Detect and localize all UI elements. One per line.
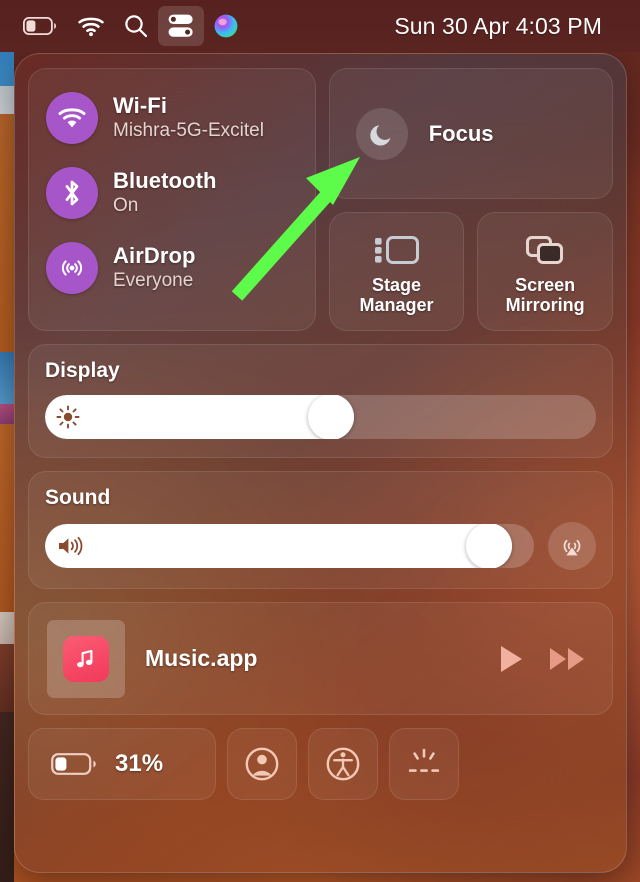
battery-icon: [51, 753, 96, 775]
sound-module: Sound: [28, 471, 613, 589]
menubar-battery-icon[interactable]: [14, 6, 68, 46]
accessibility-shortcuts-button[interactable]: [308, 728, 378, 800]
desktop-wallpaper-edge: [0, 52, 14, 882]
display-slider-knob[interactable]: [307, 395, 354, 439]
screen-mirroring-icon: [526, 235, 564, 264]
airdrop-visibility: Everyone: [113, 269, 194, 291]
sound-airplay-button[interactable]: [548, 522, 596, 570]
display-module: Display: [28, 344, 613, 458]
keyboard-brightness-button[interactable]: [389, 728, 459, 800]
menubar-siri-icon[interactable]: [204, 6, 248, 46]
album-artwork: [47, 619, 125, 698]
sound-slider-fill: [45, 524, 512, 568]
bluetooth-row[interactable]: Bluetooth On: [46, 162, 315, 224]
fast-user-switching-button[interactable]: [227, 728, 297, 800]
wifi-text: Wi-Fi Mishra-5G-Excitel: [113, 93, 264, 142]
screen-mirroring-button[interactable]: Screen Mirroring: [477, 212, 613, 331]
keyboard-brightness-icon: [408, 748, 440, 772]
speaker-icon: [59, 536, 83, 556]
control-center-panel: Wi-Fi Mishra-5G-Excitel Bluetooth On Air…: [14, 53, 627, 873]
sound-volume-slider[interactable]: [45, 524, 534, 568]
sound-heading: Sound: [45, 486, 111, 509]
accessibility-icon: [326, 747, 360, 781]
sound-slider-row: [45, 522, 596, 570]
menubar-control-center-icon[interactable]: [158, 6, 204, 46]
airdrop-text: AirDrop Everyone: [113, 243, 196, 292]
bluetooth-text: Bluetooth On: [113, 168, 217, 217]
control-center-bottom-row: 31%: [28, 728, 613, 800]
play-icon[interactable]: [496, 643, 526, 675]
display-slider-row: [45, 395, 596, 439]
menubar-wifi-icon[interactable]: [68, 6, 114, 46]
wifi-row[interactable]: Wi-Fi Mishra-5G-Excitel: [46, 87, 315, 149]
control-center-top-row: Wi-Fi Mishra-5G-Excitel Bluetooth On Air…: [28, 68, 613, 331]
battery-module[interactable]: 31%: [28, 728, 216, 800]
now-playing-module[interactable]: Music.app: [28, 602, 613, 715]
focus-module[interactable]: Focus: [328, 68, 613, 199]
user-account-icon: [245, 747, 279, 781]
brightness-icon: [56, 405, 80, 429]
connectivity-module: Wi-Fi Mishra-5G-Excitel Bluetooth On Air…: [28, 68, 316, 331]
stage-manager-icon: [374, 235, 419, 264]
focus-toggle-button[interactable]: [355, 107, 408, 160]
music-note-icon: [77, 649, 93, 667]
desktop-screen: Sun 30 Apr 4:03 PM Wi-Fi Mishra-5G-Excit…: [0, 0, 640, 882]
bluetooth-title: Bluetooth: [113, 168, 217, 194]
display-brightness-slider[interactable]: [45, 395, 596, 439]
mini-tiles-row: Stage Manager Screen Mirroring: [328, 212, 613, 331]
menubar-clock[interactable]: Sun 30 Apr 4:03 PM: [394, 13, 608, 40]
airdrop-toggle-button[interactable]: [46, 242, 98, 294]
sound-slider-knob[interactable]: [465, 524, 512, 568]
now-playing-app-name: Music.app: [145, 645, 258, 671]
focus-and-tiles-column: Focus Stage Manager Screen Mirroring: [328, 68, 613, 331]
wifi-network-name: Mishra-5G-Excitel: [113, 119, 264, 141]
wifi-title: Wi-Fi: [113, 93, 168, 119]
menubar-search-icon[interactable]: [114, 6, 158, 46]
bluetooth-toggle-button[interactable]: [46, 167, 98, 219]
stage-manager-label: Stage Manager: [359, 274, 434, 315]
menu-bar: Sun 30 Apr 4:03 PM: [0, 0, 640, 52]
airdrop-title: AirDrop: [113, 243, 196, 269]
stage-manager-button[interactable]: Stage Manager: [328, 212, 465, 331]
wifi-toggle-button[interactable]: [46, 92, 98, 144]
transport-controls: [496, 643, 592, 675]
bluetooth-status: On: [113, 194, 139, 216]
display-heading: Display: [45, 359, 120, 382]
screen-mirroring-label: Screen Mirroring: [505, 274, 585, 315]
airplay-audio-icon: [563, 539, 581, 556]
focus-label: Focus: [428, 120, 494, 146]
battery-percentage: 31%: [115, 750, 164, 777]
airdrop-row[interactable]: AirDrop Everyone: [46, 237, 315, 299]
fast-forward-icon[interactable]: [548, 643, 588, 675]
moon-icon: [370, 124, 391, 146]
music-app-icon: [63, 635, 109, 682]
